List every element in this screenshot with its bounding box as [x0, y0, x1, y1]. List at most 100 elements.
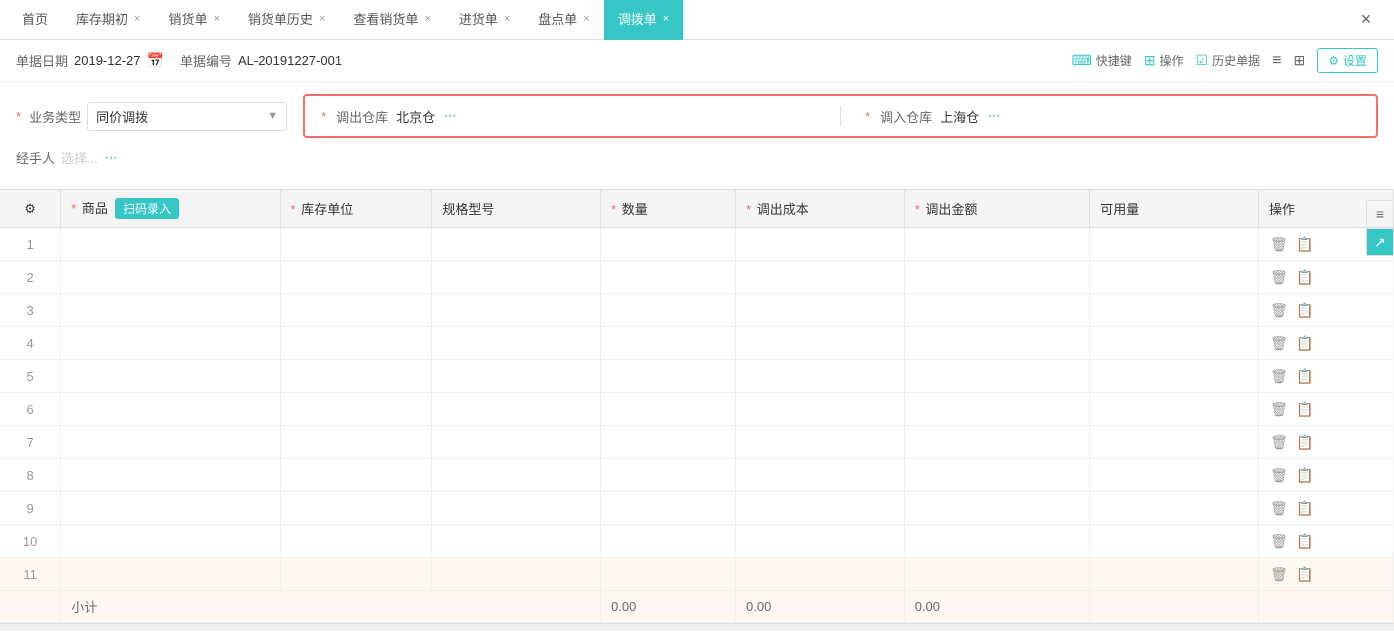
copy-icon-3[interactable]: 📋	[1295, 300, 1315, 320]
amount-8[interactable]	[904, 459, 1090, 492]
delete-icon-7[interactable]: 🗑	[1269, 432, 1289, 452]
copy-icon-10[interactable]: 📋	[1295, 531, 1315, 551]
delete-icon-8[interactable]: 🗑	[1269, 465, 1289, 485]
cost-4[interactable]	[736, 327, 905, 360]
tab-purchase[interactable]: 进货单 ×	[445, 0, 524, 40]
cost-1[interactable]	[736, 228, 905, 261]
qty-3[interactable]	[601, 294, 736, 327]
delete-icon-1[interactable]: 🗑	[1269, 234, 1289, 254]
scan-button[interactable]: 扫码录入	[115, 198, 179, 219]
product-4[interactable]	[61, 327, 280, 360]
transfer-in-more-icon[interactable]: ···	[987, 107, 1000, 125]
unit-8[interactable]	[280, 459, 432, 492]
cost-5[interactable]	[736, 360, 905, 393]
handler-placeholder[interactable]: 选择...	[61, 148, 98, 167]
amount-2[interactable]	[904, 261, 1090, 294]
qty-1[interactable]	[601, 228, 736, 261]
spec-3[interactable]	[432, 294, 601, 327]
cost-2[interactable]	[736, 261, 905, 294]
grid-view-button[interactable]: ⊞	[1293, 52, 1305, 69]
unit-7[interactable]	[280, 426, 432, 459]
copy-icon-11[interactable]: 📋	[1295, 564, 1315, 584]
settings-button[interactable]: ⚙ 设置	[1317, 48, 1378, 73]
amount-3[interactable]	[904, 294, 1090, 327]
list-view-button[interactable]: ≡	[1272, 52, 1281, 70]
unit-5[interactable]	[280, 360, 432, 393]
product-10[interactable]	[61, 525, 280, 558]
tab-transfer[interactable]: 调拨单 ×	[604, 0, 683, 40]
qty-4[interactable]	[601, 327, 736, 360]
delete-icon-5[interactable]: 🗑	[1269, 366, 1289, 386]
unit-1[interactable]	[280, 228, 432, 261]
tab-view-sales[interactable]: 查看销货单 ×	[339, 0, 444, 40]
amount-4[interactable]	[904, 327, 1090, 360]
unit-11[interactable]	[280, 558, 432, 591]
tab-sales-history-close[interactable]: ×	[319, 13, 325, 25]
business-type-select[interactable]: 同价调拨 ▼	[87, 102, 287, 131]
cost-3[interactable]	[736, 294, 905, 327]
product-1[interactable]	[61, 228, 280, 261]
spec-11[interactable]	[432, 558, 601, 591]
tab-inventory-init[interactable]: 库存期初 ×	[62, 0, 154, 40]
spec-7[interactable]	[432, 426, 601, 459]
transfer-out-more-icon[interactable]: ···	[443, 107, 456, 125]
tab-home[interactable]: 首页	[8, 0, 62, 40]
delete-icon-11[interactable]: 🗑	[1269, 564, 1289, 584]
operation-button[interactable]: ⊞ 操作	[1144, 52, 1184, 69]
cost-8[interactable]	[736, 459, 905, 492]
amount-9[interactable]	[904, 492, 1090, 525]
copy-icon-1[interactable]: 📋	[1295, 234, 1315, 254]
spec-5[interactable]	[432, 360, 601, 393]
qty-8[interactable]	[601, 459, 736, 492]
qty-7[interactable]	[601, 426, 736, 459]
tab-transfer-close[interactable]: ×	[663, 13, 669, 25]
spec-1[interactable]	[432, 228, 601, 261]
tab-sales-history[interactable]: 销货单历史 ×	[234, 0, 339, 40]
copy-icon-9[interactable]: 📋	[1295, 498, 1315, 518]
unit-4[interactable]	[280, 327, 432, 360]
spec-2[interactable]	[432, 261, 601, 294]
history-button[interactable]: ☑ 历史单据	[1196, 52, 1261, 69]
unit-10[interactable]	[280, 525, 432, 558]
qty-11[interactable]	[601, 558, 736, 591]
copy-icon-4[interactable]: 📋	[1295, 333, 1315, 353]
product-2[interactable]	[61, 261, 280, 294]
cost-9[interactable]	[736, 492, 905, 525]
right-panel-list-button[interactable]: ≡	[1366, 200, 1394, 228]
product-3[interactable]	[61, 294, 280, 327]
window-close-button[interactable]: ×	[1346, 0, 1386, 40]
tab-purchase-close[interactable]: ×	[504, 13, 510, 25]
copy-icon-8[interactable]: 📋	[1295, 465, 1315, 485]
unit-2[interactable]	[280, 261, 432, 294]
delete-icon-10[interactable]: 🗑	[1269, 531, 1289, 551]
spec-10[interactable]	[432, 525, 601, 558]
horizontal-scrollbar[interactable]	[0, 623, 1394, 631]
spec-4[interactable]	[432, 327, 601, 360]
amount-6[interactable]	[904, 393, 1090, 426]
delete-icon-2[interactable]: 🗑	[1269, 267, 1289, 287]
amount-5[interactable]	[904, 360, 1090, 393]
tab-view-sales-close[interactable]: ×	[424, 13, 430, 25]
amount-1[interactable]	[904, 228, 1090, 261]
delete-icon-3[interactable]: 🗑	[1269, 300, 1289, 320]
amount-11[interactable]	[904, 558, 1090, 591]
unit-9[interactable]	[280, 492, 432, 525]
delete-icon-9[interactable]: 🗑	[1269, 498, 1289, 518]
cost-6[interactable]	[736, 393, 905, 426]
amount-7[interactable]	[904, 426, 1090, 459]
spec-6[interactable]	[432, 393, 601, 426]
qty-9[interactable]	[601, 492, 736, 525]
product-6[interactable]	[61, 393, 280, 426]
qty-6[interactable]	[601, 393, 736, 426]
cost-10[interactable]	[736, 525, 905, 558]
spec-8[interactable]	[432, 459, 601, 492]
calendar-icon[interactable]: 📅	[147, 52, 164, 69]
tab-sales-close[interactable]: ×	[213, 13, 219, 25]
delete-icon-4[interactable]: 🗑	[1269, 333, 1289, 353]
tab-stocktake[interactable]: 盘点单 ×	[524, 0, 603, 40]
tab-stocktake-close[interactable]: ×	[583, 13, 589, 25]
right-panel-export-button[interactable]: ↗	[1366, 228, 1394, 256]
copy-icon-7[interactable]: 📋	[1295, 432, 1315, 452]
qty-5[interactable]	[601, 360, 736, 393]
product-11[interactable]	[61, 558, 280, 591]
